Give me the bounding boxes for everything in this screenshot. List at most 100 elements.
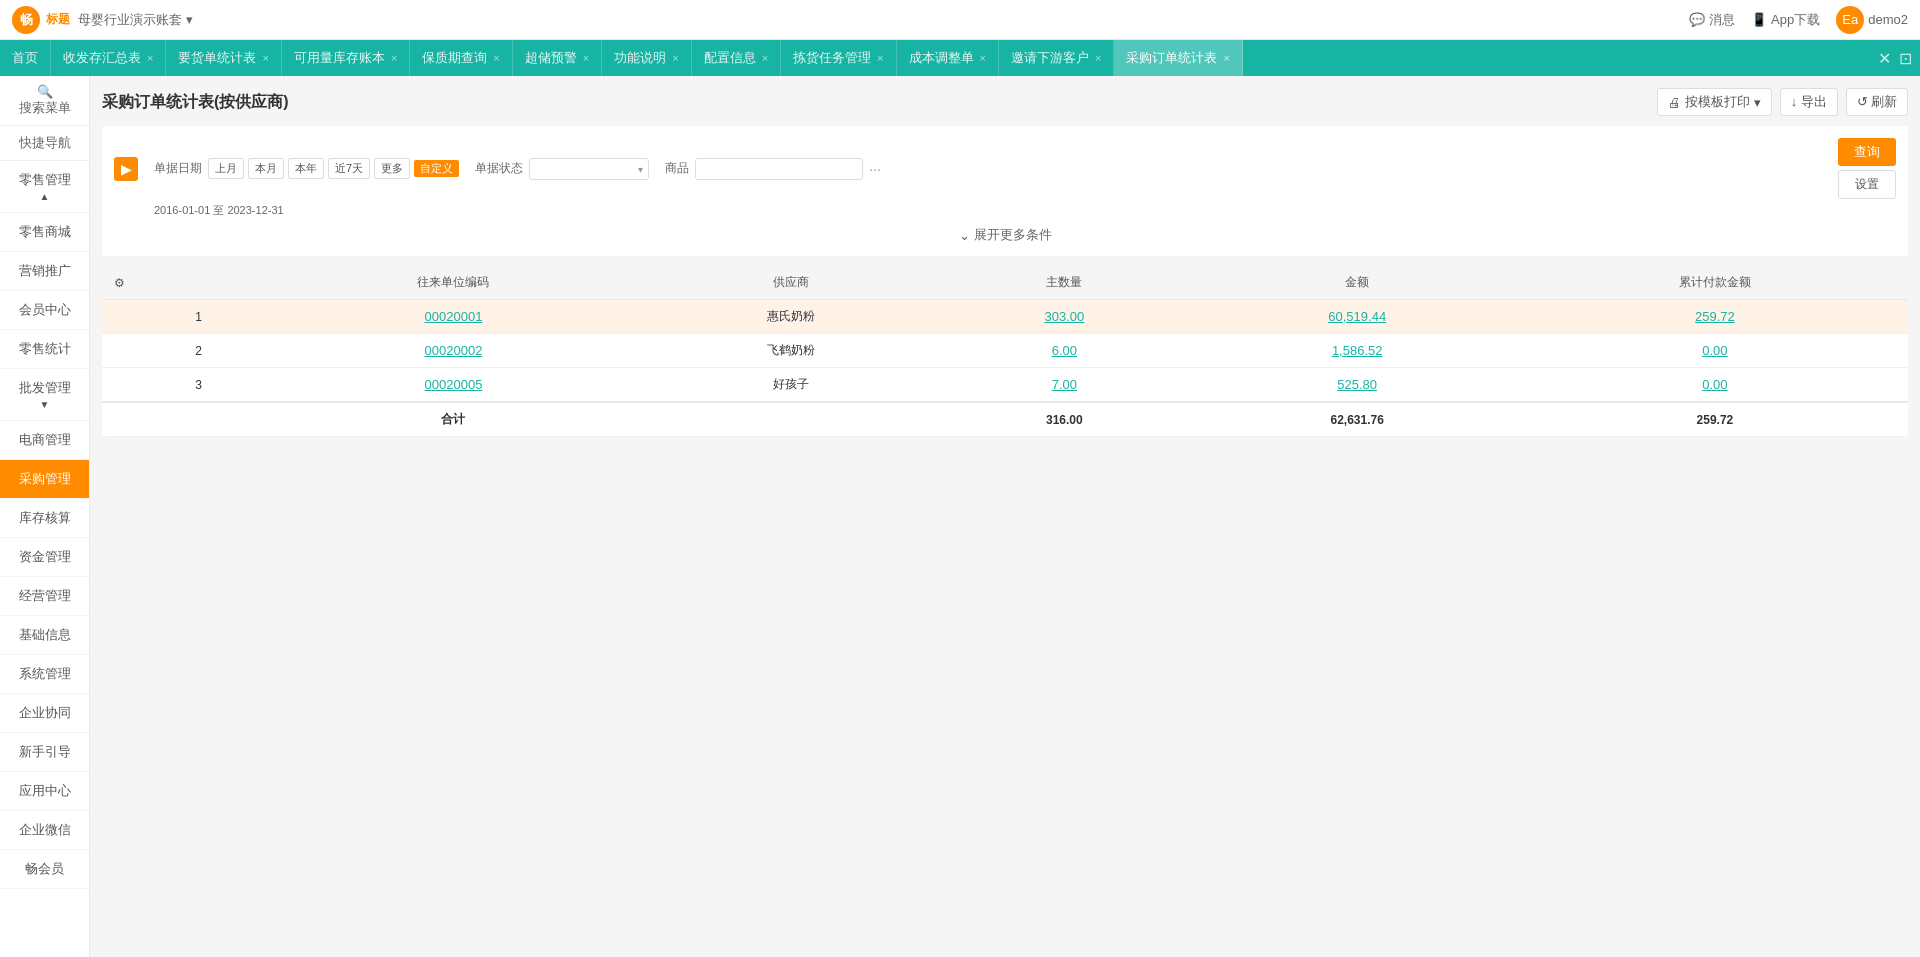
- row-unit-code: 00020001: [260, 300, 646, 334]
- sidebar-item-purchase[interactable]: 采购管理: [0, 460, 89, 499]
- tab-home[interactable]: 首页: [0, 40, 51, 76]
- refresh-button[interactable]: ↺ 刷新: [1846, 88, 1908, 116]
- sidebar-item-inventory[interactable]: 库存核算: [0, 499, 89, 538]
- sidebar-search[interactable]: 🔍 搜索菜单: [0, 76, 89, 126]
- close-icon[interactable]: ×: [1095, 52, 1101, 64]
- close-icon[interactable]: ×: [147, 52, 153, 64]
- tab-available-inventory[interactable]: 可用量库存账本 ×: [282, 40, 410, 76]
- goods-more-icon[interactable]: ···: [869, 161, 881, 177]
- close-all-tabs-icon[interactable]: ✕: [1878, 49, 1891, 68]
- sidebar-item-member[interactable]: 会员中心: [0, 291, 89, 330]
- table-row[interactable]: 3 00020005 好孩子 7.00 525.80 0.00: [102, 368, 1908, 403]
- query-button[interactable]: 查询: [1838, 138, 1896, 166]
- date-btn-7days[interactable]: 近7天: [328, 158, 370, 179]
- th-supplier[interactable]: 供应商: [647, 266, 937, 300]
- date-label: 单据日期: [154, 160, 202, 177]
- close-icon[interactable]: ×: [391, 52, 397, 64]
- row-main-qty: 6.00: [936, 334, 1192, 368]
- tab-expiry-label: 保质期查询: [422, 49, 487, 67]
- sidebar-item-retail-mgmt[interactable]: 零售管理 ▲: [0, 161, 89, 213]
- maximize-icon[interactable]: ⊡: [1899, 49, 1912, 68]
- date-btn-last-month[interactable]: 上月: [208, 158, 244, 179]
- th-settings[interactable]: ⚙: [102, 266, 137, 300]
- chevron-down-icon: ▾: [186, 12, 193, 27]
- filter-settings-button[interactable]: 设置: [1838, 170, 1896, 199]
- phone-icon: 📱: [1751, 12, 1767, 27]
- top-bar: 畅 标题 母婴行业演示账套 ▾ 💬 消息 📱 App下载 Ea demo2: [0, 0, 1920, 40]
- tab-pick-task[interactable]: 拣货任务管理 ×: [781, 40, 896, 76]
- date-custom-tag[interactable]: 自定义: [414, 160, 459, 177]
- chevron-down-icon: ▼: [40, 399, 50, 410]
- sidebar-item-label: 零售商城: [19, 223, 71, 241]
- goods-input[interactable]: [695, 158, 863, 180]
- print-button[interactable]: 🖨 按模板打印 ▾: [1657, 88, 1772, 116]
- tab-collect-summary[interactable]: 收发存汇总表 ×: [51, 40, 166, 76]
- row-settings[interactable]: [102, 300, 137, 334]
- sidebar-item-system[interactable]: 系统管理: [0, 655, 89, 694]
- user-avatar-area[interactable]: Ea demo2: [1836, 6, 1908, 34]
- sidebar-item-basic-info[interactable]: 基础信息: [0, 616, 89, 655]
- tab-over-stock[interactable]: 超储预警 ×: [513, 40, 602, 76]
- tab-available-inv-label: 可用量库存账本: [294, 49, 385, 67]
- tab-function-desc[interactable]: 功能说明 ×: [602, 40, 691, 76]
- company-selector[interactable]: 母婴行业演示账套 ▾: [78, 11, 193, 29]
- date-btn-this-year[interactable]: 本年: [288, 158, 324, 179]
- close-icon[interactable]: ×: [583, 52, 589, 64]
- sidebar-item-newguide[interactable]: 新手引导: [0, 733, 89, 772]
- row-unit-code: 00020002: [260, 334, 646, 368]
- th-amount[interactable]: 金额: [1193, 266, 1522, 300]
- sidebar-item-retail-stats[interactable]: 零售统计: [0, 330, 89, 369]
- sidebar-item-retail-mall[interactable]: 零售商城: [0, 213, 89, 252]
- tab-purchase-unit-summary[interactable]: 要货单统计表 ×: [166, 40, 281, 76]
- sidebar-item-vip[interactable]: 畅会员: [0, 850, 89, 889]
- refresh-icon: ↺: [1857, 94, 1868, 109]
- close-icon[interactable]: ×: [980, 52, 986, 64]
- close-icon[interactable]: ×: [762, 52, 768, 64]
- tab-func-desc-label: 功能说明: [614, 49, 666, 67]
- sidebar-item-marketing[interactable]: 营销推广: [0, 252, 89, 291]
- tab-expiry-query[interactable]: 保质期查询 ×: [410, 40, 512, 76]
- chevron-down-icon: ▲: [40, 191, 50, 202]
- close-icon[interactable]: ×: [672, 52, 678, 64]
- export-button[interactable]: ↓ 导出: [1780, 88, 1838, 116]
- app-download-btn[interactable]: 📱 App下载: [1751, 11, 1820, 29]
- row-settings[interactable]: [102, 334, 137, 368]
- close-icon[interactable]: ×: [1223, 52, 1229, 64]
- sidebar-item-appcenter[interactable]: 应用中心: [0, 772, 89, 811]
- tab-config-info[interactable]: 配置信息 ×: [692, 40, 781, 76]
- quick-nav-label: 快捷导航: [19, 135, 71, 150]
- export-label: 导出: [1801, 94, 1827, 109]
- sidebar-item-ecommerce[interactable]: 电商管理: [0, 421, 89, 460]
- export-icon: ↓: [1791, 94, 1798, 109]
- table-row[interactable]: 1 00020001 惠氏奶粉 303.00 60,519.44 259.72: [102, 300, 1908, 334]
- chevron-down-icon: ⌄: [959, 228, 970, 243]
- th-paid-amount[interactable]: 累计付款金额: [1522, 266, 1908, 300]
- tab-purchase-order-summary[interactable]: 采购订单统计表 ×: [1114, 40, 1242, 76]
- close-icon[interactable]: ×: [493, 52, 499, 64]
- th-main-qty[interactable]: 主数量: [936, 266, 1192, 300]
- status-select[interactable]: [529, 158, 649, 180]
- sidebar-item-label: 基础信息: [19, 626, 71, 644]
- date-btn-more[interactable]: 更多: [374, 158, 410, 179]
- tab-cost-adj[interactable]: 成本调整单 ×: [897, 40, 999, 76]
- sidebar-item-finance[interactable]: 资金管理: [0, 538, 89, 577]
- message-btn[interactable]: 💬 消息: [1689, 11, 1735, 29]
- th-unit-code[interactable]: 往来单位编码: [260, 266, 646, 300]
- sidebar-item-label: 系统管理: [19, 665, 71, 683]
- close-icon[interactable]: ×: [877, 52, 883, 64]
- nav-tabs-end: ✕ ⊡: [1870, 49, 1920, 68]
- sidebar-item-corp-wechat[interactable]: 企业微信: [0, 811, 89, 850]
- filter-card: ▶ 单据日期 上月 本月 本年 近7天 更多 自定义 单据状态: [102, 126, 1908, 256]
- sidebar-item-enterprise[interactable]: 企业协同: [0, 694, 89, 733]
- close-icon[interactable]: ×: [262, 52, 268, 64]
- row-main-qty: 303.00: [936, 300, 1192, 334]
- table-row[interactable]: 2 00020002 飞鹤奶粉 6.00 1,586.52 0.00: [102, 334, 1908, 368]
- row-settings[interactable]: [102, 368, 137, 403]
- tab-invite-downstream[interactable]: 邀请下游客户 ×: [999, 40, 1114, 76]
- date-btn-this-month[interactable]: 本月: [248, 158, 284, 179]
- expand-more-button[interactable]: ⌄ 展开更多条件: [959, 226, 1052, 244]
- sidebar-quick-nav[interactable]: 快捷导航: [0, 126, 89, 161]
- sidebar-item-ops[interactable]: 经营管理: [0, 577, 89, 616]
- sidebar-item-wholesale[interactable]: 批发管理 ▼: [0, 369, 89, 421]
- filter-collapse-button[interactable]: ▶: [114, 157, 138, 181]
